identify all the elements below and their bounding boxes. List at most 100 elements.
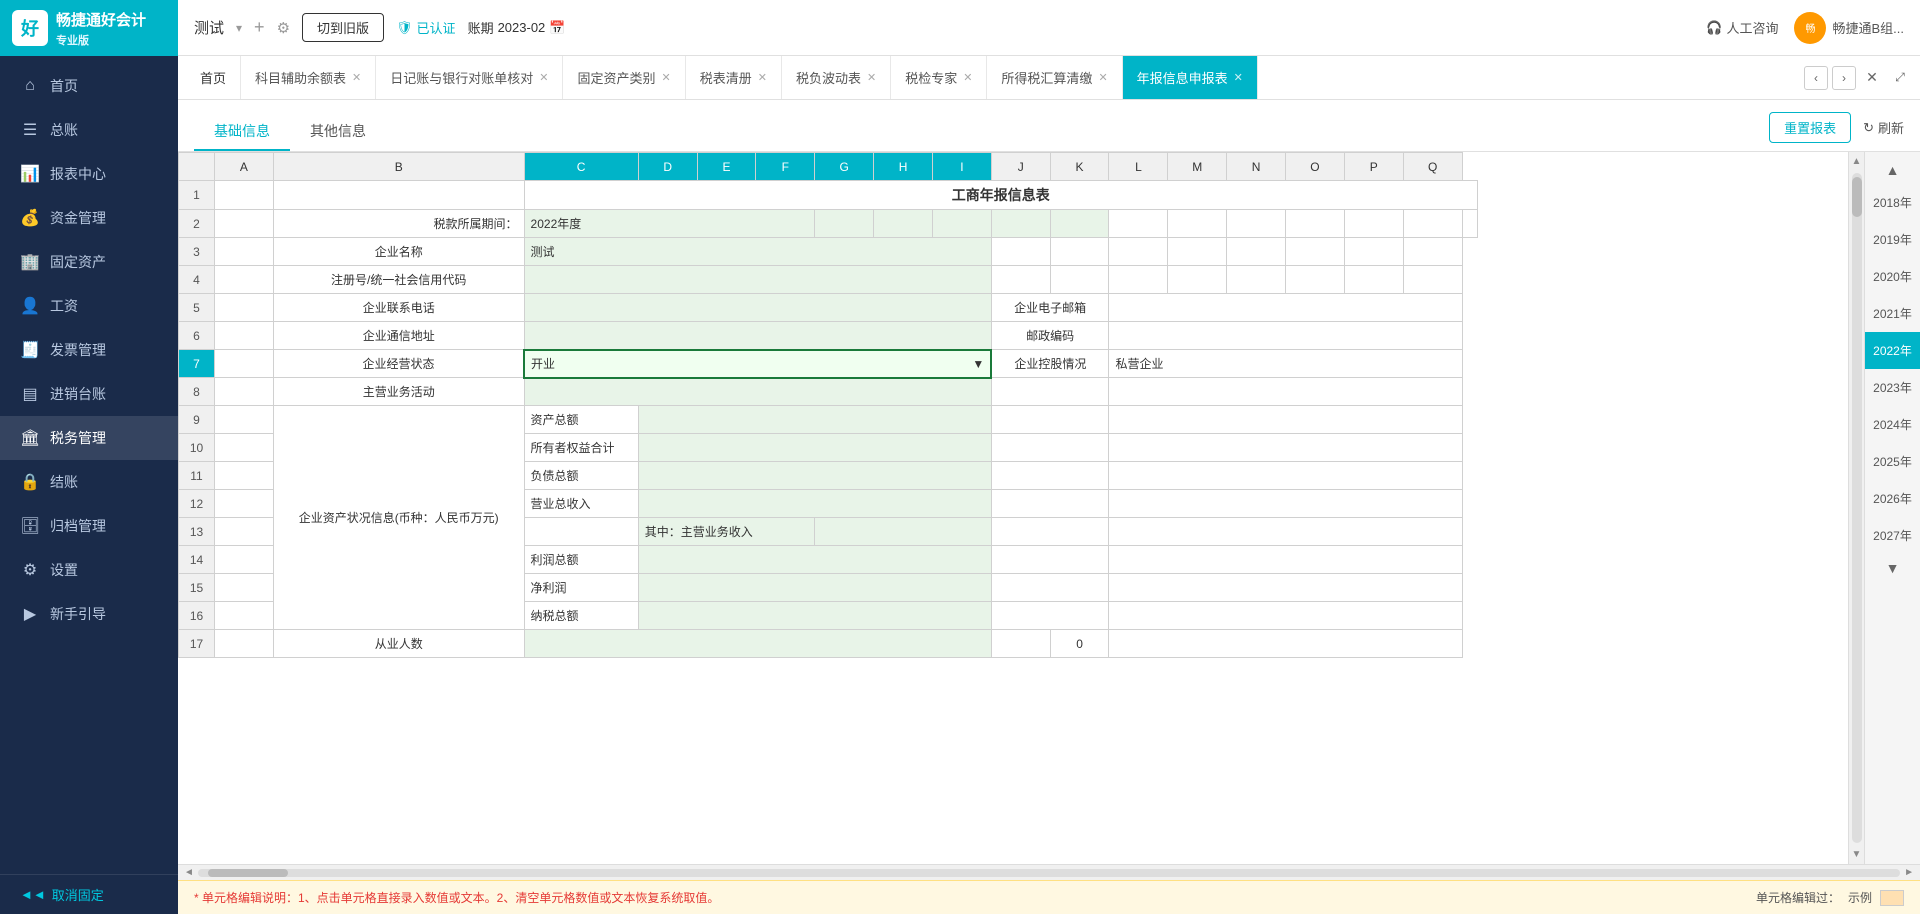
spreadsheet-container[interactable]: A B C D E F G H I J K L M	[178, 152, 1848, 864]
cell-3m[interactable]	[1168, 238, 1227, 266]
cell-11a[interactable]	[215, 462, 274, 490]
cell-2h[interactable]	[991, 210, 1050, 238]
tab-tax-wave-close[interactable]: ✕	[867, 71, 876, 84]
cell-9c[interactable]: 资产总额	[524, 406, 638, 434]
cell-2c[interactable]: 2022年度	[524, 210, 815, 238]
cell-9d[interactable]	[638, 406, 991, 434]
h-scrollbar[interactable]: ◄ ►	[178, 864, 1920, 880]
cell-6l[interactable]	[1109, 322, 1462, 350]
cell-4j[interactable]	[991, 266, 1050, 294]
inner-tab-other[interactable]: 其他信息	[290, 113, 386, 151]
cell-1-title[interactable]: 工商年报信息表	[524, 181, 1477, 210]
tab-assets-type-close[interactable]: ✕	[662, 71, 671, 84]
scroll-thumb[interactable]	[1852, 177, 1862, 217]
cell-13g[interactable]	[815, 518, 992, 546]
cell-10c[interactable]: 所有者权益合计	[524, 434, 638, 462]
cell-7j[interactable]: 企业控股情况	[991, 350, 1109, 378]
cell-14a[interactable]	[215, 546, 274, 574]
cell-12j[interactable]	[991, 490, 1109, 518]
cell-13c[interactable]	[524, 518, 638, 546]
cell-9j[interactable]	[991, 406, 1109, 434]
cell-7a[interactable]	[215, 350, 274, 378]
cell-15c[interactable]: 净利润	[524, 574, 638, 602]
cell-4m[interactable]	[1168, 266, 1227, 294]
cell-8a[interactable]	[215, 378, 274, 406]
cell-3q[interactable]	[1403, 238, 1462, 266]
cell-5b[interactable]: 企业联系电话	[273, 294, 524, 322]
cell-8j[interactable]	[991, 378, 1109, 406]
cell-13l[interactable]	[1109, 518, 1462, 546]
tab-tax-clearance-close[interactable]: ✕	[758, 71, 767, 84]
cell-3p[interactable]	[1344, 238, 1403, 266]
cell-4p[interactable]	[1344, 266, 1403, 294]
cell-15d[interactable]	[638, 574, 991, 602]
cell-12l[interactable]	[1109, 490, 1462, 518]
cell-2j[interactable]	[1109, 210, 1168, 238]
cell-4k[interactable]	[1050, 266, 1109, 294]
cell-17a[interactable]	[215, 630, 274, 658]
v-scrollbar[interactable]: ▲ ▼	[1848, 152, 1864, 864]
cell-3k[interactable]	[1050, 238, 1109, 266]
cell-7l[interactable]: 私营企业	[1109, 350, 1462, 378]
cell-16j[interactable]	[991, 602, 1109, 630]
service-button[interactable]: 🎧 人工咨询	[1706, 18, 1778, 37]
cell-17l[interactable]	[1109, 630, 1462, 658]
cell-6b[interactable]: 企业通信地址	[273, 322, 524, 350]
cell-3a[interactable]	[215, 238, 274, 266]
cell-16d[interactable]	[638, 602, 991, 630]
cell-4a[interactable]	[215, 266, 274, 294]
year-item-2024[interactable]: 2024年	[1865, 406, 1920, 443]
sidebar-item-payroll[interactable]: 👤 工资	[0, 284, 178, 328]
switch-version-button[interactable]: 切到旧版	[302, 13, 384, 42]
tab-annual-report-close[interactable]: ✕	[1234, 71, 1243, 84]
sidebar-item-settings[interactable]: ⚙ 设置	[0, 548, 178, 592]
reset-report-button[interactable]: 重置报表	[1769, 112, 1851, 143]
h-scroll-left-icon[interactable]: ◄	[180, 867, 198, 878]
scroll-up-icon[interactable]: ▲	[1848, 152, 1866, 171]
cell-9l[interactable]	[1109, 406, 1462, 434]
cell-4l[interactable]	[1109, 266, 1168, 294]
cell-17k[interactable]: 0	[1050, 630, 1109, 658]
cell-2e[interactable]	[815, 210, 874, 238]
sidebar-item-assets[interactable]: 🏢 固定资产	[0, 240, 178, 284]
tab-home[interactable]: 首页	[186, 56, 241, 100]
sidebar-item-close[interactable]: 🔒 结账	[0, 460, 178, 504]
cell-3o[interactable]	[1286, 238, 1345, 266]
tab-aux-close[interactable]: ✕	[352, 71, 361, 84]
h-scroll-thumb[interactable]	[208, 869, 288, 877]
h-scroll-track[interactable]	[198, 869, 1900, 877]
cell-15j[interactable]	[991, 574, 1109, 602]
cell-12a[interactable]	[215, 490, 274, 518]
year-nav-down-icon[interactable]: ▼	[1880, 554, 1906, 582]
cell-12d[interactable]	[638, 490, 991, 518]
cell-17b[interactable]: 从业人数	[273, 630, 524, 658]
cell-3n[interactable]	[1227, 238, 1286, 266]
tab-tax-expert[interactable]: 税检专家 ✕	[891, 56, 987, 100]
tab-income-tax[interactable]: 所得税汇算清缴 ✕	[987, 56, 1122, 100]
cell-12c[interactable]: 营业总收入	[524, 490, 638, 518]
year-item-2019[interactable]: 2019年	[1865, 221, 1920, 258]
tab-next-button[interactable]: ›	[1832, 66, 1856, 90]
cell-9a[interactable]	[215, 406, 274, 434]
cell-8l[interactable]	[1109, 378, 1462, 406]
year-item-2023[interactable]: 2023年	[1865, 369, 1920, 406]
cell-2b[interactable]: 税款所属期间：	[273, 210, 524, 238]
tab-journal[interactable]: 日记账与银行对账单核对 ✕	[376, 56, 563, 100]
year-item-2022[interactable]: 2022年	[1865, 332, 1920, 369]
cell-16l[interactable]	[1109, 602, 1462, 630]
cancel-fix-button[interactable]: ◄◄ 取消固定	[0, 874, 178, 914]
cell-5a[interactable]	[215, 294, 274, 322]
dropdown-arrow-icon[interactable]: ▼	[972, 357, 984, 371]
sidebar-item-inventory[interactable]: ▤ 进销台账	[0, 372, 178, 416]
cell-2m[interactable]	[1286, 210, 1345, 238]
user-menu[interactable]: 畅 畅捷通B组...	[1794, 12, 1904, 44]
cell-17c[interactable]	[524, 630, 991, 658]
cell-3b[interactable]: 企业名称	[273, 238, 524, 266]
cell-4b[interactable]: 注册号/统一社会信用代码	[273, 266, 524, 294]
h-scroll-right-icon[interactable]: ►	[1900, 867, 1918, 878]
tab-assets-type[interactable]: 固定资产类别 ✕	[563, 56, 685, 100]
cell-17j[interactable]	[991, 630, 1050, 658]
cell-2l[interactable]	[1227, 210, 1286, 238]
tab-income-tax-close[interactable]: ✕	[1098, 71, 1107, 84]
tab-tax-expert-close[interactable]: ✕	[963, 71, 972, 84]
